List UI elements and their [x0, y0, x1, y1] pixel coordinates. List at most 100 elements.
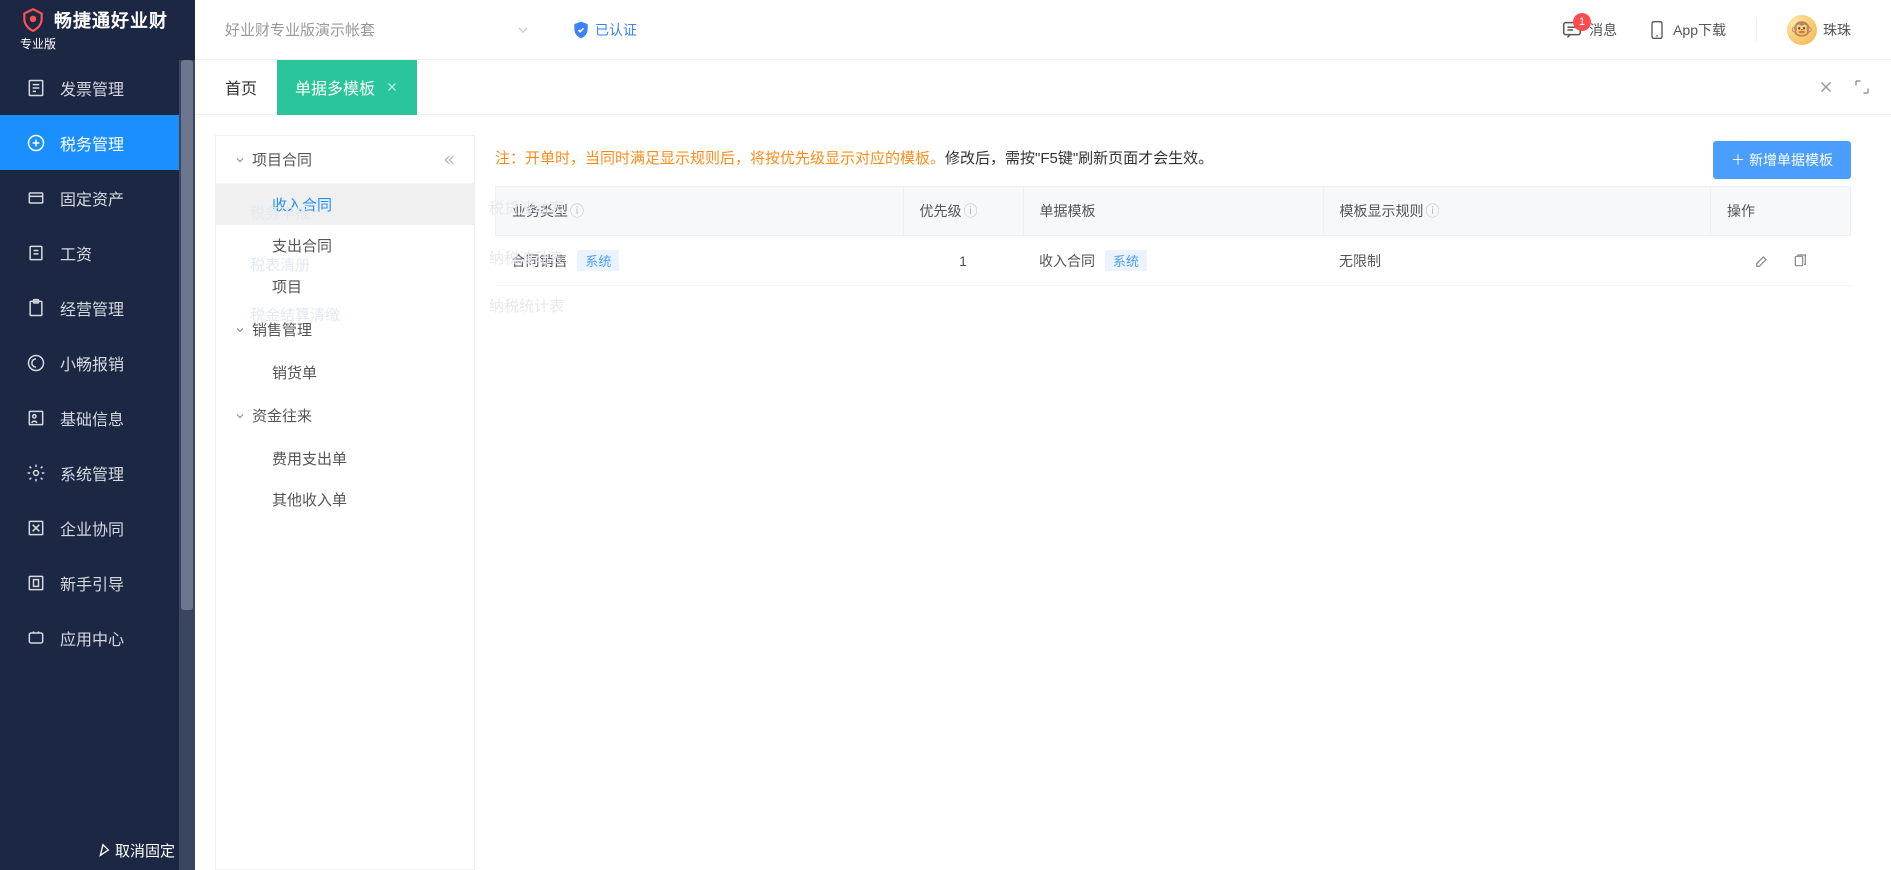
tree-item-project[interactable]: 项目: [216, 266, 474, 307]
app-download-button[interactable]: App下载: [1647, 20, 1726, 40]
tabs-close-all-icon[interactable]: [1817, 78, 1835, 96]
verify-badge: 已认证: [571, 20, 637, 40]
chevron-down-icon: [234, 154, 246, 166]
cell-template: 收入合同 系统: [1023, 236, 1323, 286]
assets-icon: [26, 188, 46, 208]
brand-sub: 专业版: [20, 35, 195, 52]
salary-icon: [26, 243, 46, 263]
expense-icon: [26, 353, 46, 373]
close-icon[interactable]: [385, 80, 399, 94]
notice-dark: 修改后，需按"F5键"刷新页面才会生效。: [945, 147, 1213, 168]
edit-icon[interactable]: [1754, 253, 1770, 269]
notice-bar: 注：开单时，当同时满足显示规则后，将按优先级显示对应的模板。 修改后，需按"F5…: [495, 147, 1851, 168]
ghost-text: 纳税统计表: [489, 295, 564, 316]
clipboard-icon: [26, 298, 46, 318]
th-actions: 操作: [1711, 187, 1851, 236]
sidebar-item-label: 基础信息: [60, 406, 124, 430]
collab-icon: [26, 518, 46, 538]
panel-group-funds[interactable]: 资金往来: [216, 393, 474, 438]
sidebar-item-assets[interactable]: 固定资产: [0, 170, 195, 225]
sidebar-item-label: 小畅报销: [60, 351, 124, 375]
help-icon[interactable]: ⓘ: [964, 203, 978, 219]
cell-rule: 无限制: [1323, 236, 1710, 286]
sidebar-unpin[interactable]: 取消固定: [0, 830, 195, 870]
logo-zone: 畅捷通好业财 专业版: [0, 0, 195, 60]
tax-icon: [26, 133, 46, 153]
tree-item-expense-contract[interactable]: 支出合同: [216, 225, 474, 266]
sidebar-item-label: 经营管理: [60, 296, 124, 320]
logo-icon: [20, 7, 46, 33]
download-label: App下载: [1673, 20, 1726, 40]
add-label: 新增单据模板: [1749, 150, 1833, 170]
sidebar-item-management[interactable]: 经营管理: [0, 280, 195, 335]
sidebar-item-collab[interactable]: 企业协同: [0, 500, 195, 555]
tab-active[interactable]: 单据多模板: [277, 60, 417, 115]
sidebar-item-expense[interactable]: 小畅报销: [0, 335, 195, 390]
tabs-bar: 首页 单据多模板: [195, 60, 1891, 115]
tab-home[interactable]: 首页: [225, 60, 257, 115]
collapse-icon[interactable]: [440, 152, 456, 168]
main-area: 首页 单据多模板 项目合同 收入合同 支出合同 项目: [195, 60, 1891, 870]
sidebar-item-salary[interactable]: 工资: [0, 225, 195, 280]
sidebar-item-system[interactable]: 系统管理: [0, 445, 195, 500]
tree-item-other-income[interactable]: 其他收入单: [216, 479, 474, 520]
account-selector[interactable]: 好业财专业版演示帐套: [225, 19, 531, 40]
help-icon[interactable]: ⓘ: [570, 203, 584, 219]
copy-icon[interactable]: [1792, 253, 1808, 269]
messages-badge: 1: [1573, 13, 1591, 31]
sidebar-item-apps[interactable]: 应用中心: [0, 610, 195, 665]
th-priority: 优先级ⓘ: [903, 187, 1023, 236]
tab-label: 单据多模板: [295, 75, 375, 99]
info-icon: [26, 408, 46, 428]
guide-icon: [26, 573, 46, 593]
sidebar-item-invoice[interactable]: 发票管理: [0, 60, 195, 115]
tree-item-expense-bill[interactable]: 费用支出单: [216, 438, 474, 479]
tree-item-income-contract[interactable]: 收入合同: [216, 184, 474, 225]
add-template-button[interactable]: ＋ 新增单据模板: [1713, 141, 1851, 179]
tree-item-sales-order[interactable]: 销货单: [216, 352, 474, 393]
panel-group-contract[interactable]: 项目合同: [234, 149, 312, 170]
account-name: 好业财专业版演示帐套: [225, 19, 375, 40]
sidebar-scrollbar[interactable]: [179, 60, 195, 870]
avatar: 🐵: [1787, 15, 1817, 45]
sidebar-item-label: 工资: [60, 241, 92, 265]
divider: [1756, 18, 1757, 42]
sidebar-item-label: 应用中心: [60, 626, 124, 650]
sidebar-item-label: 系统管理: [60, 461, 124, 485]
user-name: 珠珠: [1823, 20, 1851, 40]
sidebar-item-tax[interactable]: 税务管理: [0, 115, 195, 170]
sidebar-item-label: 固定资产: [60, 186, 124, 210]
sidebar-item-guide[interactable]: 新手引导: [0, 555, 195, 610]
table-row: 合同销售 系统 1 收入合同 系统 无限制: [496, 236, 1851, 286]
invoice-icon: [26, 78, 46, 98]
user-menu[interactable]: 🐵 珠珠: [1787, 15, 1851, 45]
chevron-down-icon: [234, 410, 246, 422]
plus-icon: ＋: [1731, 150, 1745, 170]
th-biz-type: 业务类型ⓘ: [496, 187, 904, 236]
chevron-down-icon: [515, 22, 531, 38]
sidebar-item-label: 新手引导: [60, 571, 124, 595]
left-panel: 项目合同 收入合同 支出合同 项目 销售管理 销货单 资金往来 费用支出单 其他…: [215, 135, 475, 870]
scrollbar-thumb[interactable]: [181, 60, 193, 610]
sidebar-item-baseinfo[interactable]: 基础信息: [0, 390, 195, 445]
help-icon[interactable]: ⓘ: [1426, 203, 1440, 219]
th-template: 单据模板: [1023, 187, 1323, 236]
app-header: 畅捷通好业财 专业版 好业财专业版演示帐套 已认证 消息 1 App下载: [0, 0, 1891, 60]
notice-orange: 注：开单时，当同时满足显示规则后，将按优先级显示对应的模板。: [495, 147, 945, 168]
th-rule: 模板显示规则ⓘ: [1323, 187, 1710, 236]
shield-icon: [571, 20, 591, 40]
cell-priority: 1: [903, 236, 1023, 286]
tabs-expand-icon[interactable]: [1853, 78, 1871, 96]
unpin-icon: [95, 842, 111, 858]
content: 项目合同 收入合同 支出合同 项目 销售管理 销货单 资金往来 费用支出单 其他…: [195, 115, 1891, 870]
tag-system: 系统: [577, 250, 619, 271]
cell-biz-type: 合同销售 系统: [496, 236, 904, 286]
panel-group-sales[interactable]: 销售管理: [216, 307, 474, 352]
messages-button[interactable]: 消息 1: [1561, 19, 1617, 41]
mobile-icon: [1647, 20, 1667, 40]
template-table: 业务类型ⓘ 优先级ⓘ 单据模板 模板显示规则ⓘ 操作 合同销售 系统 1: [495, 186, 1851, 286]
sidebar: 发票管理 税务管理 固定资产 工资 经营管理 小畅报销 基础信息 系统管理 企业…: [0, 60, 195, 870]
sidebar-item-label: 发票管理: [60, 76, 124, 100]
messages-label: 消息: [1589, 20, 1617, 40]
cell-actions: [1711, 236, 1851, 286]
